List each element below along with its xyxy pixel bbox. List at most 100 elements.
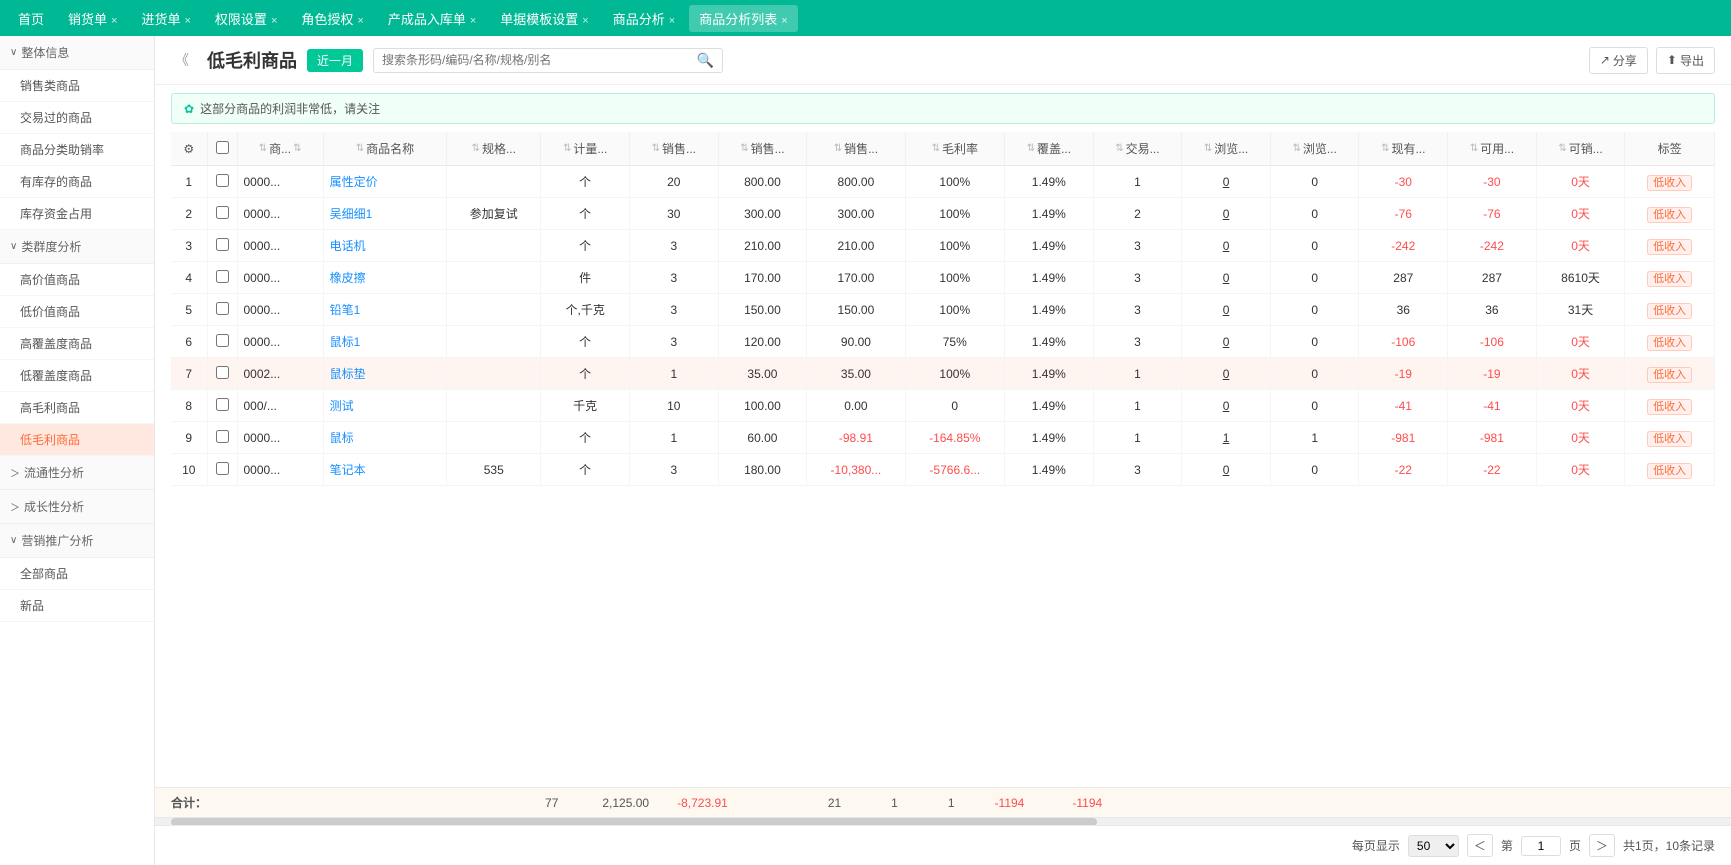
col-browse2[interactable]: ⇅浏览...: [1270, 132, 1359, 166]
sidebar-item-traded-goods[interactable]: 交易过的商品: [0, 102, 154, 134]
nav-item-role[interactable]: 角色授权×: [291, 5, 373, 32]
page-number-input[interactable]: [1521, 836, 1561, 856]
col-unit[interactable]: ⇅计量...: [541, 132, 630, 166]
row-checkbox[interactable]: [216, 430, 229, 443]
col-browse1[interactable]: ⇅浏览...: [1182, 132, 1271, 166]
close-icon[interactable]: ×: [184, 15, 190, 27]
row-checkbox[interactable]: [216, 366, 229, 379]
sidebar-group-overall[interactable]: ∨ 整体信息: [0, 36, 154, 70]
sidebar-group-growth[interactable]: ＞ 成长性分析: [0, 490, 154, 524]
col-available[interactable]: ⇅可用...: [1448, 132, 1537, 166]
col-checkbox[interactable]: [207, 132, 237, 166]
nav-item-home[interactable]: 首页: [8, 5, 54, 32]
nav-item-sales[interactable]: 销货单×: [58, 5, 127, 32]
cell-checkbox[interactable]: [207, 294, 237, 326]
cell-checkbox[interactable]: [207, 358, 237, 390]
col-coverage[interactable]: ⇅覆盖...: [1004, 132, 1093, 166]
nav-item-product-analysis-list[interactable]: 商品分析列表×: [689, 5, 797, 32]
sidebar-item-low-coverage[interactable]: 低覆盖度商品: [0, 360, 154, 392]
close-icon[interactable]: ×: [781, 15, 787, 27]
col-settings[interactable]: ⚙: [171, 132, 207, 166]
col-name[interactable]: ⇅商品名称: [323, 132, 447, 166]
sidebar-group-cluster[interactable]: ∨ 类群度分析: [0, 230, 154, 264]
col-sales-price[interactable]: ⇅销售...: [718, 132, 807, 166]
nav-item-product-inbound[interactable]: 产成品入库单×: [378, 5, 486, 32]
sidebar-item-low-value[interactable]: 低价值商品: [0, 296, 154, 328]
row-checkbox[interactable]: [216, 302, 229, 315]
cell-name[interactable]: 鼠标: [323, 422, 447, 454]
row-checkbox[interactable]: [216, 206, 229, 219]
col-sales-qty[interactable]: ⇅销售...: [629, 132, 718, 166]
browse1-link[interactable]: 0: [1223, 463, 1230, 477]
collapse-sidebar-icon[interactable]: 《: [171, 46, 193, 74]
close-icon[interactable]: ×: [470, 15, 476, 27]
col-code[interactable]: ⇅商...⇅: [237, 132, 323, 166]
row-checkbox[interactable]: [216, 398, 229, 411]
cell-checkbox[interactable]: [207, 326, 237, 358]
sidebar-item-high-coverage[interactable]: 高覆盖度商品: [0, 328, 154, 360]
cell-name[interactable]: 吴细细1: [323, 198, 447, 230]
prev-page-button[interactable]: ＜: [1467, 834, 1493, 857]
search-input[interactable]: [382, 53, 697, 67]
close-icon[interactable]: ×: [582, 15, 588, 27]
export-button[interactable]: ⬆ 导出: [1656, 47, 1715, 74]
sidebar-item-all-goods[interactable]: 全部商品: [0, 558, 154, 590]
browse1-link[interactable]: 0: [1223, 335, 1230, 349]
sidebar-item-sales-goods[interactable]: 销售类商品: [0, 70, 154, 102]
cell-checkbox[interactable]: [207, 454, 237, 486]
nav-item-template[interactable]: 单据模板设置×: [490, 5, 598, 32]
select-all-checkbox[interactable]: [216, 141, 229, 154]
sidebar-group-flow[interactable]: ＞ 流通性分析: [0, 456, 154, 490]
horizontal-scrollbar[interactable]: [155, 817, 1731, 825]
cell-name[interactable]: 铅笔1: [323, 294, 447, 326]
cell-name[interactable]: 橡皮擦: [323, 262, 447, 294]
cell-checkbox[interactable]: [207, 390, 237, 422]
close-icon[interactable]: ×: [357, 15, 363, 27]
col-trade[interactable]: ⇅交易...: [1093, 132, 1182, 166]
cell-checkbox[interactable]: [207, 198, 237, 230]
browse1-link[interactable]: 0: [1223, 239, 1230, 253]
close-icon[interactable]: ×: [669, 15, 675, 27]
per-page-select[interactable]: 50 10 20 100: [1408, 835, 1459, 857]
row-checkbox[interactable]: [216, 174, 229, 187]
col-sales-amount[interactable]: ⇅销售...: [807, 132, 905, 166]
cell-name[interactable]: 测试: [323, 390, 447, 422]
sidebar-item-high-margin[interactable]: 高毛利商品: [0, 392, 154, 424]
filter-recent-month-button[interactable]: 近一月: [307, 49, 363, 72]
browse1-link[interactable]: 0: [1223, 175, 1230, 189]
sidebar-item-stock-capital[interactable]: 库存资金占用: [0, 198, 154, 230]
sidebar-item-in-stock[interactable]: 有库存的商品: [0, 166, 154, 198]
cell-name[interactable]: 电话机: [323, 230, 447, 262]
nav-item-permission[interactable]: 权限设置×: [205, 5, 287, 32]
sidebar-item-category-rate[interactable]: 商品分类助销率: [0, 134, 154, 166]
browse1-link[interactable]: 0: [1223, 207, 1230, 221]
row-checkbox[interactable]: [216, 334, 229, 347]
browse1-link[interactable]: 0: [1223, 367, 1230, 381]
browse1-link[interactable]: 1: [1223, 431, 1230, 445]
nav-item-product-analysis[interactable]: 商品分析×: [603, 5, 685, 32]
browse1-link[interactable]: 0: [1223, 271, 1230, 285]
cell-checkbox[interactable]: [207, 230, 237, 262]
row-checkbox[interactable]: [216, 270, 229, 283]
browse1-link[interactable]: 0: [1223, 303, 1230, 317]
col-spec[interactable]: ⇅规格...: [447, 132, 541, 166]
col-gross-rate[interactable]: ⇅毛利率: [905, 132, 1004, 166]
cell-name[interactable]: 笔记本: [323, 454, 447, 486]
cell-checkbox[interactable]: [207, 422, 237, 454]
browse1-link[interactable]: 0: [1223, 399, 1230, 413]
row-checkbox[interactable]: [216, 238, 229, 251]
sidebar-item-new-goods[interactable]: 新品: [0, 590, 154, 622]
next-page-button[interactable]: ＞: [1589, 834, 1615, 857]
close-icon[interactable]: ×: [111, 15, 117, 27]
col-tag[interactable]: 标签: [1625, 132, 1715, 166]
cell-checkbox[interactable]: [207, 262, 237, 294]
cell-name[interactable]: 鼠标垫: [323, 358, 447, 390]
share-button[interactable]: ↗ 分享: [1589, 47, 1648, 74]
col-saleable[interactable]: ⇅可销...: [1536, 132, 1625, 166]
search-icon[interactable]: 🔍: [697, 52, 714, 69]
sidebar-group-marketing[interactable]: ∨ 营销推广分析: [0, 524, 154, 558]
cell-name[interactable]: 属性定价: [323, 166, 447, 198]
sidebar-item-low-margin[interactable]: 低毛利商品: [0, 424, 154, 456]
nav-item-purchase[interactable]: 进货单×: [131, 5, 200, 32]
row-checkbox[interactable]: [216, 462, 229, 475]
